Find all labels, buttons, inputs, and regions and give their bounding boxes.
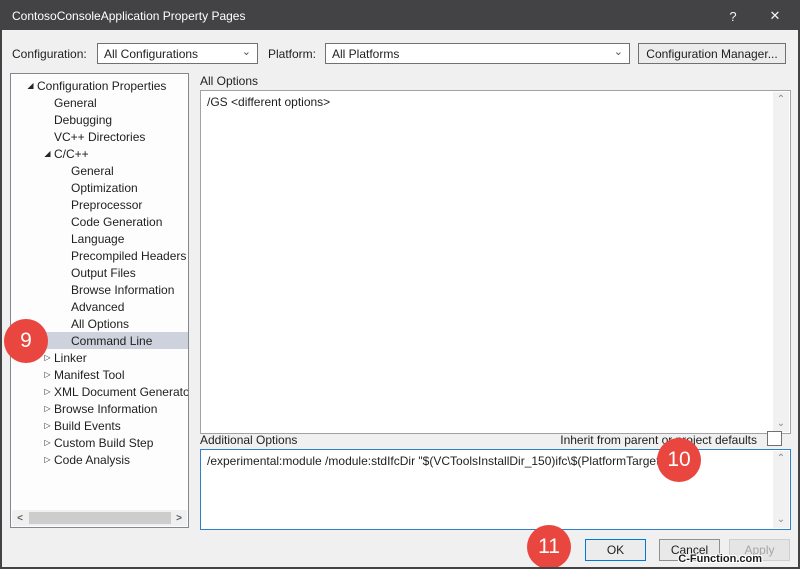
help-icon[interactable]: ? <box>716 2 750 30</box>
tree-item-custom-build-step[interactable]: ▷Custom Build Step <box>11 434 188 451</box>
tree-item-label: Linker <box>54 351 87 365</box>
tree-item-label: Code Analysis <box>54 453 130 467</box>
tree-item-vc-directories[interactable]: VC++ Directories <box>11 128 188 145</box>
watermark: C-Function.com <box>678 553 762 565</box>
configuration-tree-panel: ◢Configuration PropertiesGeneralDebuggin… <box>10 73 189 528</box>
scrollbar-thumb[interactable] <box>29 512 171 524</box>
tree-item-label: VC++ Directories <box>54 130 145 144</box>
tree-item-configuration-properties[interactable]: ◢Configuration Properties <box>11 77 188 94</box>
additional-options-textbox[interactable]: /experimental:module /module:stdIfcDir "… <box>200 449 791 530</box>
title-bar: ContosoConsoleApplication Property Pages… <box>2 2 798 30</box>
tree-item-optimization[interactable]: Optimization <box>11 179 188 196</box>
chevron-down-icon: ⌄ <box>614 45 623 58</box>
tree-collapsed-icon[interactable]: ▷ <box>41 370 54 379</box>
scroll-right-icon[interactable]: > <box>171 513 187 524</box>
scroll-down-icon[interactable]: ⌄ <box>773 417 789 431</box>
tree-item-advanced[interactable]: Advanced <box>11 298 188 315</box>
step-badge-10: 10 <box>657 438 701 482</box>
tree-item-preprocessor[interactable]: Preprocessor <box>11 196 188 213</box>
tree-horizontal-scrollbar[interactable]: < > <box>12 510 187 526</box>
tree-expanded-icon[interactable]: ◢ <box>24 81 37 90</box>
tree-item-label: Code Generation <box>71 215 162 229</box>
tree-item-label: Language <box>71 232 124 246</box>
tree-expanded-icon[interactable]: ◢ <box>41 149 54 158</box>
tree-item-label: Browse Information <box>54 402 157 416</box>
platform-label: Platform: <box>268 47 316 61</box>
tree-collapsed-icon[interactable]: ▷ <box>41 421 54 430</box>
additional-options-value: /experimental:module /module:stdIfcDir "… <box>207 454 668 468</box>
tree-item-xml-document-generator[interactable]: ▷XML Document Generator <box>11 383 188 400</box>
all-options-textbox[interactable]: /GS <different options> ⌃ ⌄ <box>200 90 791 434</box>
ok-button[interactable]: OK <box>585 539 646 561</box>
tree-item-code-analysis[interactable]: ▷Code Analysis <box>11 451 188 468</box>
tree-item-language[interactable]: Language <box>11 230 188 247</box>
configuration-manager-button[interactable]: Configuration Manager... <box>638 43 786 64</box>
scroll-up-icon[interactable]: ⌃ <box>773 452 789 466</box>
tree-item-label: Build Events <box>54 419 121 433</box>
additional-options-scrollbar[interactable]: ⌃ ⌄ <box>773 451 789 528</box>
all-options-label: All Options <box>200 74 258 88</box>
scroll-up-icon[interactable]: ⌃ <box>773 93 789 107</box>
tree-item-label: Manifest Tool <box>54 368 124 382</box>
tree-item-label: General <box>71 164 114 178</box>
tree-item-build-events[interactable]: ▷Build Events <box>11 417 188 434</box>
all-options-scrollbar[interactable]: ⌃ ⌄ <box>773 92 789 432</box>
inherit-defaults-checkbox[interactable] <box>767 431 782 446</box>
configuration-value: All Configurations <box>104 47 198 61</box>
tree-item-general[interactable]: General <box>11 162 188 179</box>
tree-collapsed-icon[interactable]: ▷ <box>41 387 54 396</box>
tree-collapsed-icon[interactable]: ▷ <box>41 404 54 413</box>
tree-item-label: XML Document Generator <box>54 385 189 399</box>
tree-item-label: C/C++ <box>54 147 89 161</box>
property-pages-dialog: ContosoConsoleApplication Property Pages… <box>0 0 800 569</box>
tree-item-general[interactable]: General <box>11 94 188 111</box>
platform-select[interactable]: All Platforms ⌄ <box>325 43 630 64</box>
platform-value: All Platforms <box>332 47 399 61</box>
tree-item-label: Debugging <box>54 113 112 127</box>
tree-item-label: Preprocessor <box>71 198 142 212</box>
inherit-defaults-label: Inherit from parent or project defaults <box>502 433 757 447</box>
tree-item-label: Advanced <box>71 300 124 314</box>
tree-item-debugging[interactable]: Debugging <box>11 111 188 128</box>
tree-item-label: All Options <box>71 317 129 331</box>
tree-item-code-generation[interactable]: Code Generation <box>11 213 188 230</box>
step-badge-11: 11 <box>527 525 571 569</box>
tree-item-browse-information[interactable]: ▷Browse Information <box>11 400 188 417</box>
configuration-select[interactable]: All Configurations ⌄ <box>97 43 258 64</box>
tree-item-browse-information[interactable]: Browse Information <box>11 281 188 298</box>
tree-item-precompiled-headers[interactable]: Precompiled Headers <box>11 247 188 264</box>
configuration-label: Configuration: <box>12 47 87 61</box>
tree-item-label: Configuration Properties <box>37 79 166 93</box>
scroll-down-icon[interactable]: ⌄ <box>773 513 789 527</box>
tree-item-label: Browse Information <box>71 283 174 297</box>
chevron-down-icon: ⌄ <box>242 45 251 58</box>
tree-item-label: General <box>54 96 97 110</box>
scroll-left-icon[interactable]: < <box>12 513 28 524</box>
tree-item-manifest-tool[interactable]: ▷Manifest Tool <box>11 366 188 383</box>
tree-item-label: Output Files <box>71 266 136 280</box>
step-badge-9: 9 <box>4 319 48 363</box>
tree-item-output-files[interactable]: Output Files <box>11 264 188 281</box>
tree-item-label: Optimization <box>71 181 138 195</box>
tree-collapsed-icon[interactable]: ▷ <box>41 438 54 447</box>
tree-item-label: Custom Build Step <box>54 436 153 450</box>
close-icon[interactable]: ✕ <box>758 2 792 30</box>
additional-options-label: Additional Options <box>200 433 297 447</box>
all-options-value: /GS <different options> <box>207 95 330 109</box>
tree-item-c-c-[interactable]: ◢C/C++ <box>11 145 188 162</box>
tree-collapsed-icon[interactable]: ▷ <box>41 455 54 464</box>
window-title: ContosoConsoleApplication Property Pages <box>12 9 245 23</box>
config-tree: ◢Configuration PropertiesGeneralDebuggin… <box>11 77 188 468</box>
tree-item-label: Precompiled Headers <box>71 249 186 263</box>
tree-item-label: Command Line <box>71 334 152 348</box>
